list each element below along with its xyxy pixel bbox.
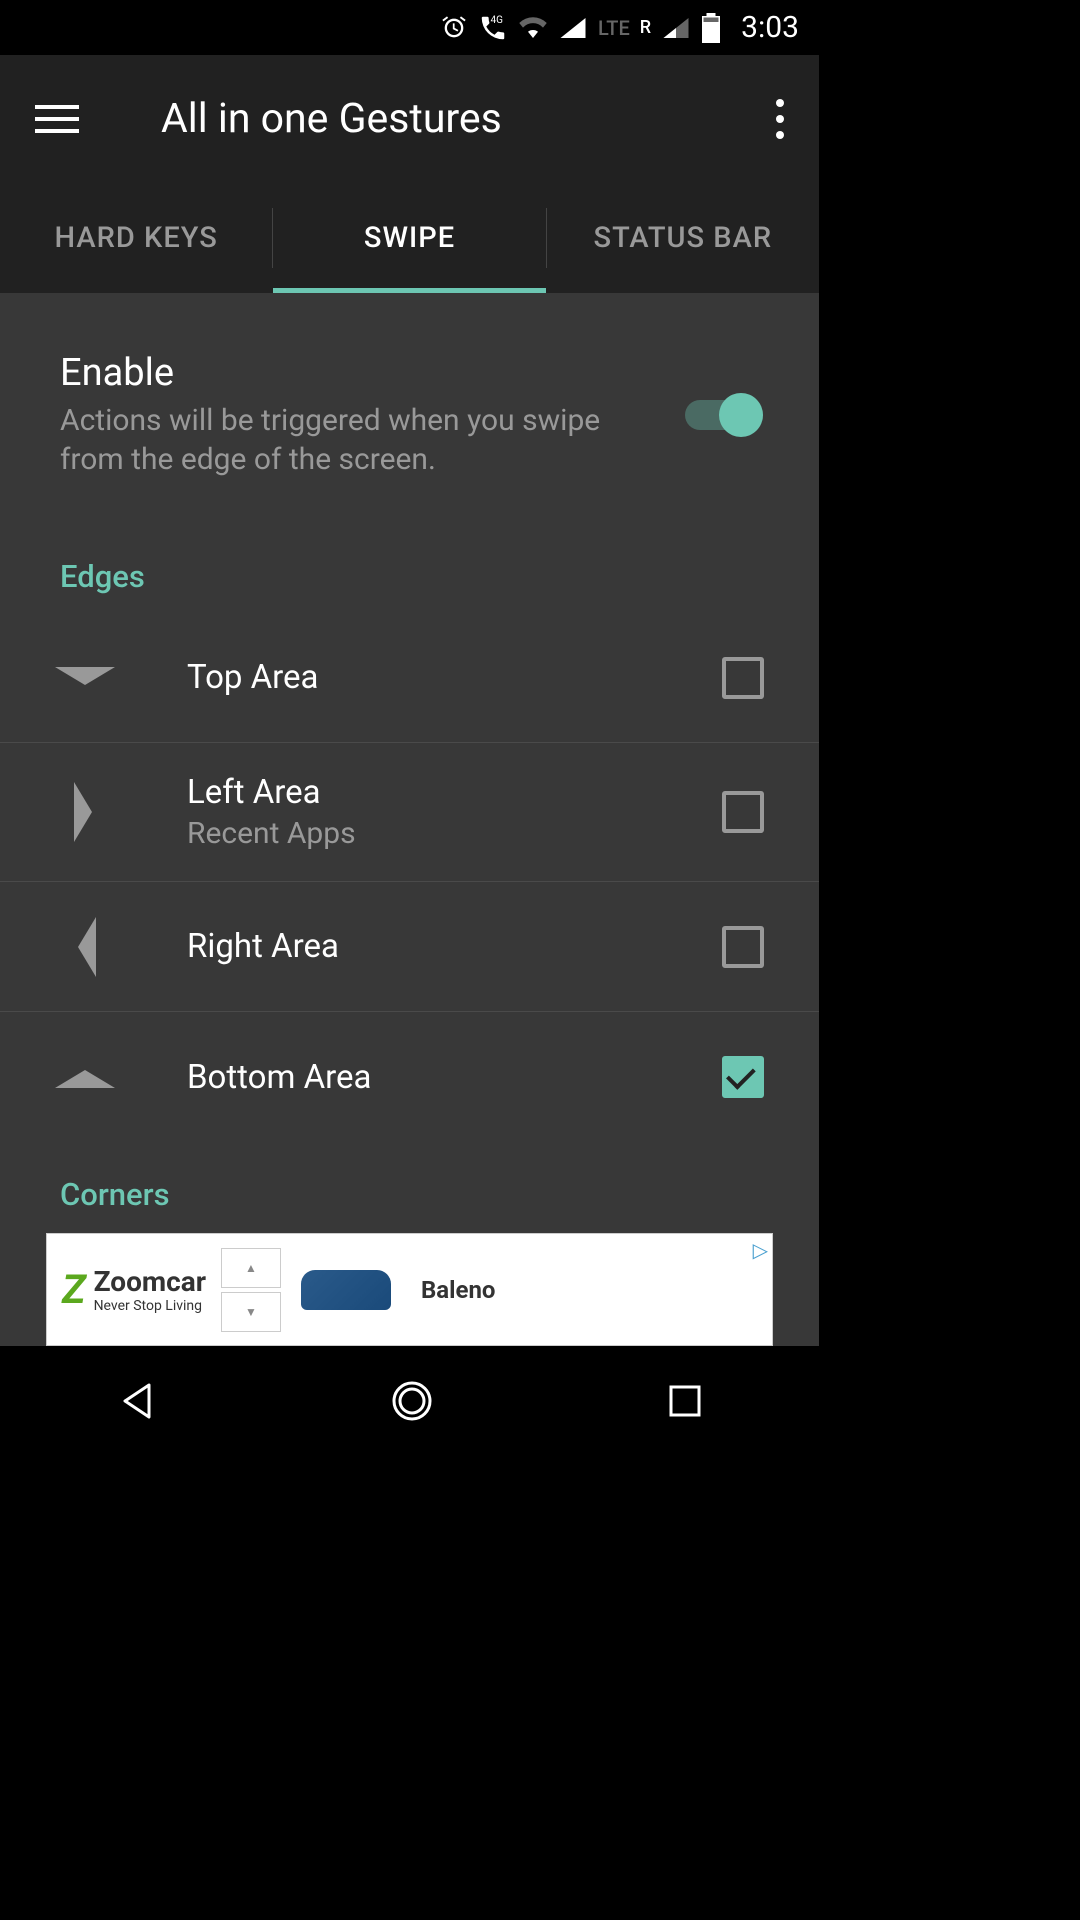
checkbox-right-area[interactable]: [722, 926, 764, 968]
ad-car-image: [301, 1270, 391, 1310]
edge-item-label: Left Area: [187, 773, 722, 812]
ad-banner[interactable]: Z Zoomcar Never Stop Living ▲ ▼ Baleno ▷: [46, 1233, 773, 1346]
status-time: 3:03: [741, 10, 799, 45]
hamburger-menu-icon[interactable]: [35, 105, 79, 133]
lte-label: LTE: [598, 16, 630, 40]
svg-text:4G: 4G: [490, 15, 503, 26]
roaming-label: R: [640, 17, 651, 38]
enable-title: Enable: [60, 351, 635, 395]
tab-bar: HARD KEYS SWIPE STATUS BAR: [0, 183, 819, 293]
ad-logo-icon: Z: [62, 1266, 86, 1313]
section-header-corners: Corners: [0, 1142, 819, 1231]
enable-row[interactable]: Enable Actions will be triggered when yo…: [0, 293, 819, 524]
edge-item-bottom[interactable]: Bottom Area: [0, 1012, 819, 1142]
edge-item-label: Bottom Area: [187, 1058, 722, 1097]
swipe-right-icon: [45, 782, 125, 842]
swipe-left-icon: [45, 917, 125, 977]
edge-item-label: Top Area: [187, 658, 722, 697]
tab-swipe[interactable]: SWIPE: [273, 183, 545, 293]
nav-home-button[interactable]: [388, 1377, 436, 1425]
battery-icon: [701, 13, 721, 43]
ad-arrow-up-icon[interactable]: ▲: [221, 1248, 281, 1288]
edge-item-top[interactable]: Top Area: [0, 613, 819, 743]
ad-product-name: Baleno: [421, 1276, 495, 1304]
edge-item-label: Right Area: [187, 927, 722, 966]
edge-item-right[interactable]: Right Area: [0, 882, 819, 1012]
section-header-edges: Edges: [0, 524, 819, 613]
nav-back-button[interactable]: [115, 1379, 159, 1423]
ad-brand: Zoomcar: [94, 1265, 206, 1298]
system-status-bar: 4G LTE R 3:03: [0, 0, 819, 55]
status-icons: 4G LTE R 3:03: [440, 10, 799, 45]
enable-description: Actions will be triggered when you swipe…: [60, 401, 635, 479]
swipe-down-icon: [45, 667, 125, 689]
edge-item-subtitle: Recent Apps: [187, 816, 722, 851]
wifi-icon: [518, 15, 548, 41]
tab-status-bar[interactable]: STATUS BAR: [547, 183, 819, 293]
ad-scroll-buttons[interactable]: ▲ ▼: [221, 1248, 281, 1332]
more-vert-icon[interactable]: [776, 99, 784, 139]
checkbox-bottom-area[interactable]: [722, 1056, 764, 1098]
signal-icon: [558, 15, 588, 41]
content-area: Enable Actions will be triggered when yo…: [0, 293, 819, 1346]
signal-2-icon: [661, 15, 691, 41]
alarm-icon: [440, 14, 468, 42]
ad-tagline: Never Stop Living: [94, 1298, 206, 1314]
tab-hard-keys[interactable]: HARD KEYS: [0, 183, 272, 293]
system-nav-bar: [0, 1346, 819, 1456]
ad-choices-icon[interactable]: ▷: [753, 1238, 768, 1262]
ad-arrow-down-icon[interactable]: ▼: [221, 1292, 281, 1332]
swipe-up-icon: [45, 1066, 125, 1088]
phone-4g-icon: 4G: [478, 13, 508, 43]
app-title: All in one Gestures: [161, 95, 502, 143]
checkbox-left-area[interactable]: [722, 791, 764, 833]
app-header: All in one Gestures: [0, 55, 819, 183]
edge-item-left[interactable]: Left Area Recent Apps: [0, 743, 819, 882]
checkbox-top-area[interactable]: [722, 657, 764, 699]
nav-recents-button[interactable]: [665, 1381, 705, 1421]
enable-toggle[interactable]: [685, 400, 759, 430]
